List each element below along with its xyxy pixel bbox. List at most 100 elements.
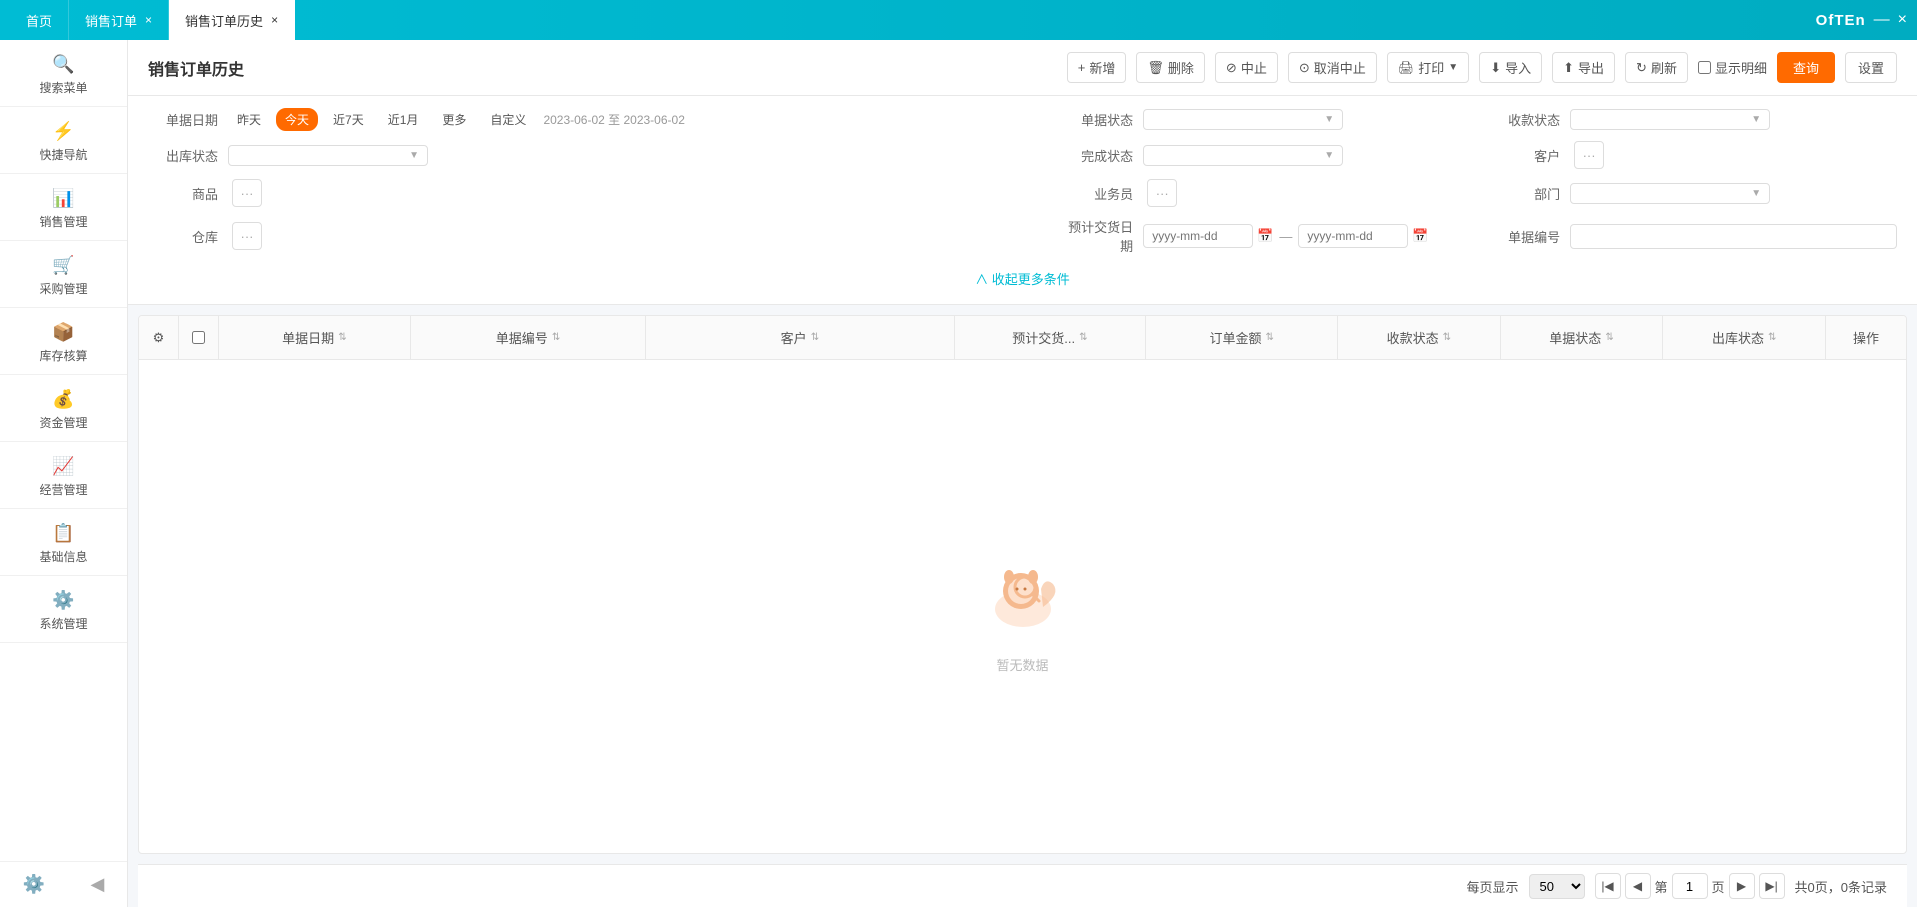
import-button[interactable]: ⬇ 导入 — [1479, 52, 1542, 83]
query-button[interactable]: 查询 — [1777, 52, 1835, 83]
last-page-button[interactable]: ▶| — [1759, 873, 1785, 899]
filter-pay-status-field: 收款状态 ▼ — [1490, 109, 1897, 130]
delete-label: 删除 — [1168, 58, 1194, 77]
product-ellipsis-btn[interactable]: ··· — [232, 179, 262, 207]
sidebar-item-finance-mgmt-label: 资金管理 — [39, 414, 87, 431]
shortcut-more[interactable]: 更多 — [433, 108, 475, 131]
print-button[interactable]: 🖨 打印 ▼ — [1387, 52, 1469, 83]
sidebar-item-inventory-calc-label: 库存核算 — [39, 347, 87, 364]
show-details-checkbox-label[interactable]: 显示明细 — [1698, 58, 1767, 77]
th-number[interactable]: 单据编号 ⇅ — [411, 316, 646, 359]
th-order-status[interactable]: 单据状态 ⇅ — [1501, 316, 1664, 359]
stop-label: 中止 — [1241, 58, 1267, 77]
collapse-sidebar-icon[interactable]: ◀ — [90, 874, 104, 895]
page-input[interactable] — [1672, 873, 1708, 899]
th-pay-status-label: 收款状态 — [1387, 328, 1439, 347]
new-button[interactable]: + 新增 — [1067, 52, 1127, 83]
print-label: 打印 — [1418, 58, 1444, 77]
sidebar-item-search-menu[interactable]: 🔍 搜索菜单 — [0, 40, 127, 107]
th-amount[interactable]: 订单金额 ⇅ — [1146, 316, 1338, 359]
calendar-from-icon[interactable]: 📅 — [1257, 228, 1273, 244]
customer-ellipsis-btn[interactable]: ··· — [1574, 141, 1604, 169]
tab-sales-order-close[interactable]: × — [145, 13, 152, 27]
th-settings[interactable]: ⚙ — [139, 316, 179, 359]
first-page-button[interactable]: |◀ — [1595, 873, 1621, 899]
sidebar-item-inventory-calc[interactable]: 📦 库存核算 — [0, 308, 127, 375]
shortcut-1month[interactable]: 近1月 — [379, 108, 428, 131]
select-all-checkbox[interactable] — [192, 331, 205, 344]
th-delivery[interactable]: 预计交货... ⇅ — [955, 316, 1147, 359]
sidebar-item-purchase-mgmt[interactable]: 🛒 采购管理 — [0, 241, 127, 308]
shortcut-today[interactable]: 今天 — [276, 108, 318, 131]
new-icon: + — [1078, 60, 1086, 75]
filter-delivery-date-label: 预计交货日期 — [1063, 217, 1143, 255]
filter-warehouse-label: 仓库 — [148, 227, 228, 246]
settings-button[interactable]: 设置 — [1845, 52, 1897, 83]
show-details-checkbox[interactable] — [1698, 61, 1711, 74]
settings-bottom-icon[interactable]: ⚙️ — [23, 874, 45, 895]
th-order-status-label: 单据状态 — [1549, 328, 1601, 347]
tab-sales-order-history-close[interactable]: × — [271, 13, 278, 27]
export-button[interactable]: ⬆ 导出 — [1552, 52, 1615, 83]
page-nav: |◀ ◀ 第 页 ▶ ▶| — [1595, 873, 1785, 899]
minimize-btn[interactable]: — — [1874, 11, 1890, 29]
next-page-button[interactable]: ▶ — [1729, 873, 1755, 899]
sidebar-item-quick-nav[interactable]: ⚡ 快捷导航 — [0, 107, 127, 174]
collapse-bar[interactable]: ∧ 收起更多条件 — [148, 265, 1897, 292]
warehouse-ellipsis-btn[interactable]: ··· — [232, 222, 262, 250]
department-select[interactable]: ▼ — [1570, 183, 1770, 204]
th-pay-status[interactable]: 收款状态 ⇅ — [1338, 316, 1501, 359]
stop-button[interactable]: ⊘ 中止 — [1215, 52, 1278, 83]
complete-status-select[interactable]: ▼ — [1143, 145, 1343, 166]
tab-sales-order-label: 销售订单 — [85, 11, 137, 30]
th-customer-sort-icon: ⇅ — [811, 332, 819, 343]
th-date[interactable]: 单据日期 ⇅ — [219, 316, 411, 359]
th-order-status-sort-icon: ⇅ — [1605, 332, 1613, 343]
table-area: ⚙ 单据日期 ⇅ 单据编号 ⇅ 客户 ⇅ 预计交货... — [138, 315, 1907, 854]
filter-stock-status-label: 出库状态 — [148, 146, 228, 165]
refresh-button[interactable]: ↻ 刷新 — [1625, 52, 1688, 83]
filter-complete-status-label: 完成状态 — [1063, 146, 1143, 165]
cancel-stop-button[interactable]: ⊙ 取消中止 — [1288, 52, 1377, 83]
th-stock-status[interactable]: 出库状态 ⇅ — [1663, 316, 1826, 359]
stock-status-arrow-icon: ▼ — [409, 150, 419, 161]
prev-page-button[interactable]: ◀ — [1625, 873, 1651, 899]
date-separator: — — [1279, 229, 1292, 244]
th-amount-sort-icon: ⇅ — [1265, 332, 1273, 343]
calendar-to-icon[interactable]: 📅 — [1412, 228, 1428, 244]
th-customer[interactable]: 客户 ⇅ — [646, 316, 954, 359]
pay-status-select[interactable]: ▼ — [1570, 109, 1770, 130]
sidebar-item-basic-info-label: 基础信息 — [39, 548, 87, 565]
delivery-date-from-input[interactable] — [1143, 224, 1253, 248]
sidebar-item-sales-mgmt[interactable]: 📊 销售管理 — [0, 174, 127, 241]
delivery-date-to-input[interactable] — [1298, 224, 1408, 248]
shortcut-custom[interactable]: 自定义 — [481, 108, 535, 131]
print-icon: 🖨 — [1398, 60, 1415, 76]
sidebar-item-system-mgmt[interactable]: ⚙️ 系统管理 — [0, 576, 127, 643]
th-checkbox[interactable] — [179, 316, 219, 359]
tab-home[interactable]: 首页 — [10, 0, 69, 40]
search-menu-icon: 🔍 — [52, 54, 74, 75]
pay-status-arrow-icon: ▼ — [1751, 114, 1761, 125]
th-action-label: 操作 — [1853, 328, 1879, 347]
sidebar-item-basic-info[interactable]: 📋 基础信息 — [0, 509, 127, 576]
shortcut-yesterday[interactable]: 昨天 — [228, 108, 270, 131]
sidebar-item-finance-mgmt[interactable]: 💰 资金管理 — [0, 375, 127, 442]
finance-mgmt-icon: 💰 — [52, 389, 74, 410]
doc-number-input[interactable] — [1570, 224, 1897, 249]
tab-sales-order[interactable]: 销售订单 × — [69, 0, 169, 40]
filter-customer-label: 客户 — [1490, 146, 1570, 165]
close-btn-main[interactable]: × — [1898, 11, 1907, 29]
stock-status-select[interactable]: ▼ — [228, 145, 428, 166]
export-icon: ⬆ — [1563, 60, 1574, 76]
shortcut-7days[interactable]: 近7天 — [324, 108, 373, 131]
sidebar: 🔍 搜索菜单 ⚡ 快捷导航 📊 销售管理 🛒 采购管理 📦 库存核算 💰 — [0, 40, 128, 907]
sidebar-item-operation-mgmt[interactable]: 📈 经营管理 — [0, 442, 127, 509]
tab-sales-order-history[interactable]: 销售订单历史 × — [169, 0, 295, 40]
per-page-select[interactable]: 10 20 50 100 — [1529, 874, 1585, 899]
order-status-select[interactable]: ▼ — [1143, 109, 1343, 130]
th-date-sort-icon: ⇅ — [338, 332, 346, 343]
delete-button[interactable]: 🗑 删除 — [1136, 52, 1205, 83]
collapse-label: ∧ 收起更多条件 — [975, 272, 1070, 287]
salesman-ellipsis-btn[interactable]: ··· — [1147, 179, 1177, 207]
